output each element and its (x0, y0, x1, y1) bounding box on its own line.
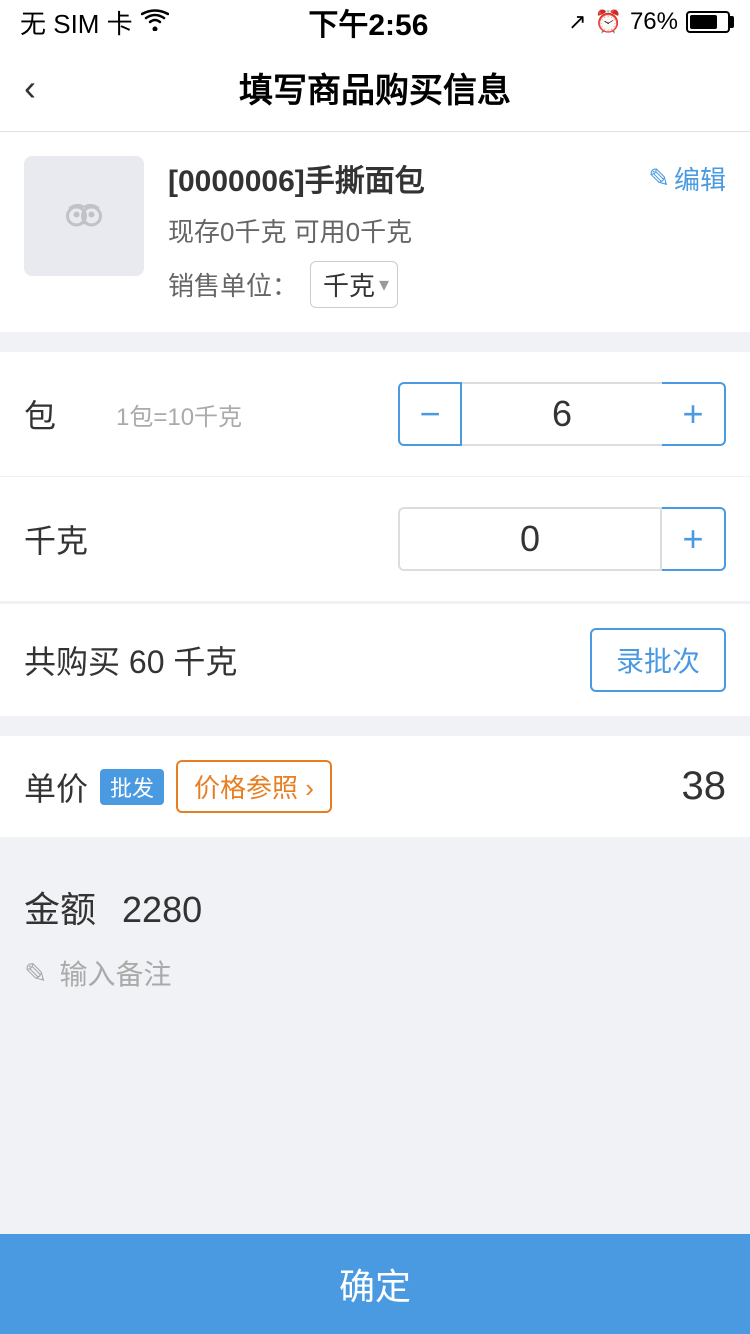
total-text: 共购买 60 千克 (24, 637, 237, 683)
batch-tag: 批发 (100, 769, 164, 805)
kg-quantity-input[interactable] (398, 507, 662, 571)
bao-quantity-row: 包 1包=10千克 − + (0, 352, 750, 477)
edit-label: 编辑 (674, 160, 726, 197)
kg-controls: + (398, 507, 726, 571)
bao-label: 包 (24, 391, 104, 437)
kg-plus-button[interactable]: + (662, 507, 726, 571)
product-stock: 现存0千克 可用0千克 (168, 212, 726, 249)
product-name-row: [0000006]手撕面包 ✎ 编辑 (168, 156, 726, 200)
price-value: 38 (682, 764, 727, 809)
kg-quantity-row: 千克 + (0, 477, 750, 602)
status-bar-left: 无 SIM 卡 (20, 4, 169, 41)
quantity-section: 包 1包=10千克 − + 千克 + (0, 352, 750, 602)
unit-select[interactable]: 千克 ▾ (310, 261, 398, 308)
page-title: 填写商品购买信息 (239, 63, 511, 112)
total-row: 共购买 60 千克 录批次 (0, 604, 750, 716)
unit-value: 千克 (323, 266, 375, 303)
price-row: 单价 批发 价格参照 › 38 (24, 760, 726, 813)
product-unit-row: 销售单位： 千克 ▾ (168, 261, 726, 308)
product-thumbnail (24, 156, 144, 276)
bao-quantity-input[interactable] (462, 382, 662, 446)
batch-button[interactable]: 录批次 (590, 628, 726, 692)
edit-button[interactable]: ✎ 编辑 (648, 160, 726, 197)
price-label-group: 单价 批发 价格参照 › (24, 760, 332, 813)
amount-section: 金额 2280 ✎ 输入备注 (0, 857, 750, 1126)
amount-value: 2280 (122, 889, 202, 930)
price-section: 单价 批发 价格参照 › 38 (0, 736, 750, 837)
remark-label: 输入备注 (59, 953, 171, 993)
product-info: [0000006]手撕面包 ✎ 编辑 现存0千克 可用0千克 销售单位： 千克 … (168, 156, 726, 308)
unit-label: 销售单位： (168, 266, 298, 303)
back-button[interactable]: ‹ (24, 67, 36, 109)
alarm-icon: ⏰ (595, 9, 622, 35)
wifi-icon (141, 7, 169, 38)
battery-icon (686, 8, 730, 36)
remark-icon: ✎ (24, 957, 47, 990)
product-name: [0000006]手撕面包 (168, 156, 425, 200)
edit-icon: ✎ (648, 163, 670, 194)
remark-row[interactable]: ✎ 输入备注 (24, 953, 726, 993)
status-bar: 无 SIM 卡 下午2:56 ↗ ⏰ 76% (0, 0, 750, 44)
bao-qty-controls: − + (398, 382, 726, 446)
amount-label: 金额 (24, 889, 96, 930)
product-image-icon (54, 191, 114, 241)
bao-plus-button[interactable]: + (662, 382, 726, 446)
chevron-down-icon: ▾ (379, 272, 389, 297)
bao-minus-button[interactable]: − (398, 382, 462, 446)
bao-sublabel: 1包=10千克 (116, 397, 398, 432)
confirm-button[interactable]: 确定 (0, 1234, 750, 1334)
price-ref-button[interactable]: 价格参照 › (176, 760, 332, 813)
battery-percent: 76% (630, 8, 678, 36)
carrier-text: 无 SIM 卡 (20, 4, 133, 41)
kg-label: 千克 (24, 516, 104, 562)
status-bar-right: ↗ ⏰ 76% (568, 8, 730, 36)
price-label: 单价 (24, 764, 88, 810)
spacer (0, 1126, 750, 1235)
product-section: [0000006]手撕面包 ✎ 编辑 现存0千克 可用0千克 销售单位： 千克 … (0, 132, 750, 332)
nav-bar: ‹ 填写商品购买信息 (0, 44, 750, 132)
amount-row: 金额 2280 (24, 881, 726, 933)
status-bar-time: 下午2:56 (308, 0, 428, 44)
location-icon: ↗ (568, 9, 586, 35)
